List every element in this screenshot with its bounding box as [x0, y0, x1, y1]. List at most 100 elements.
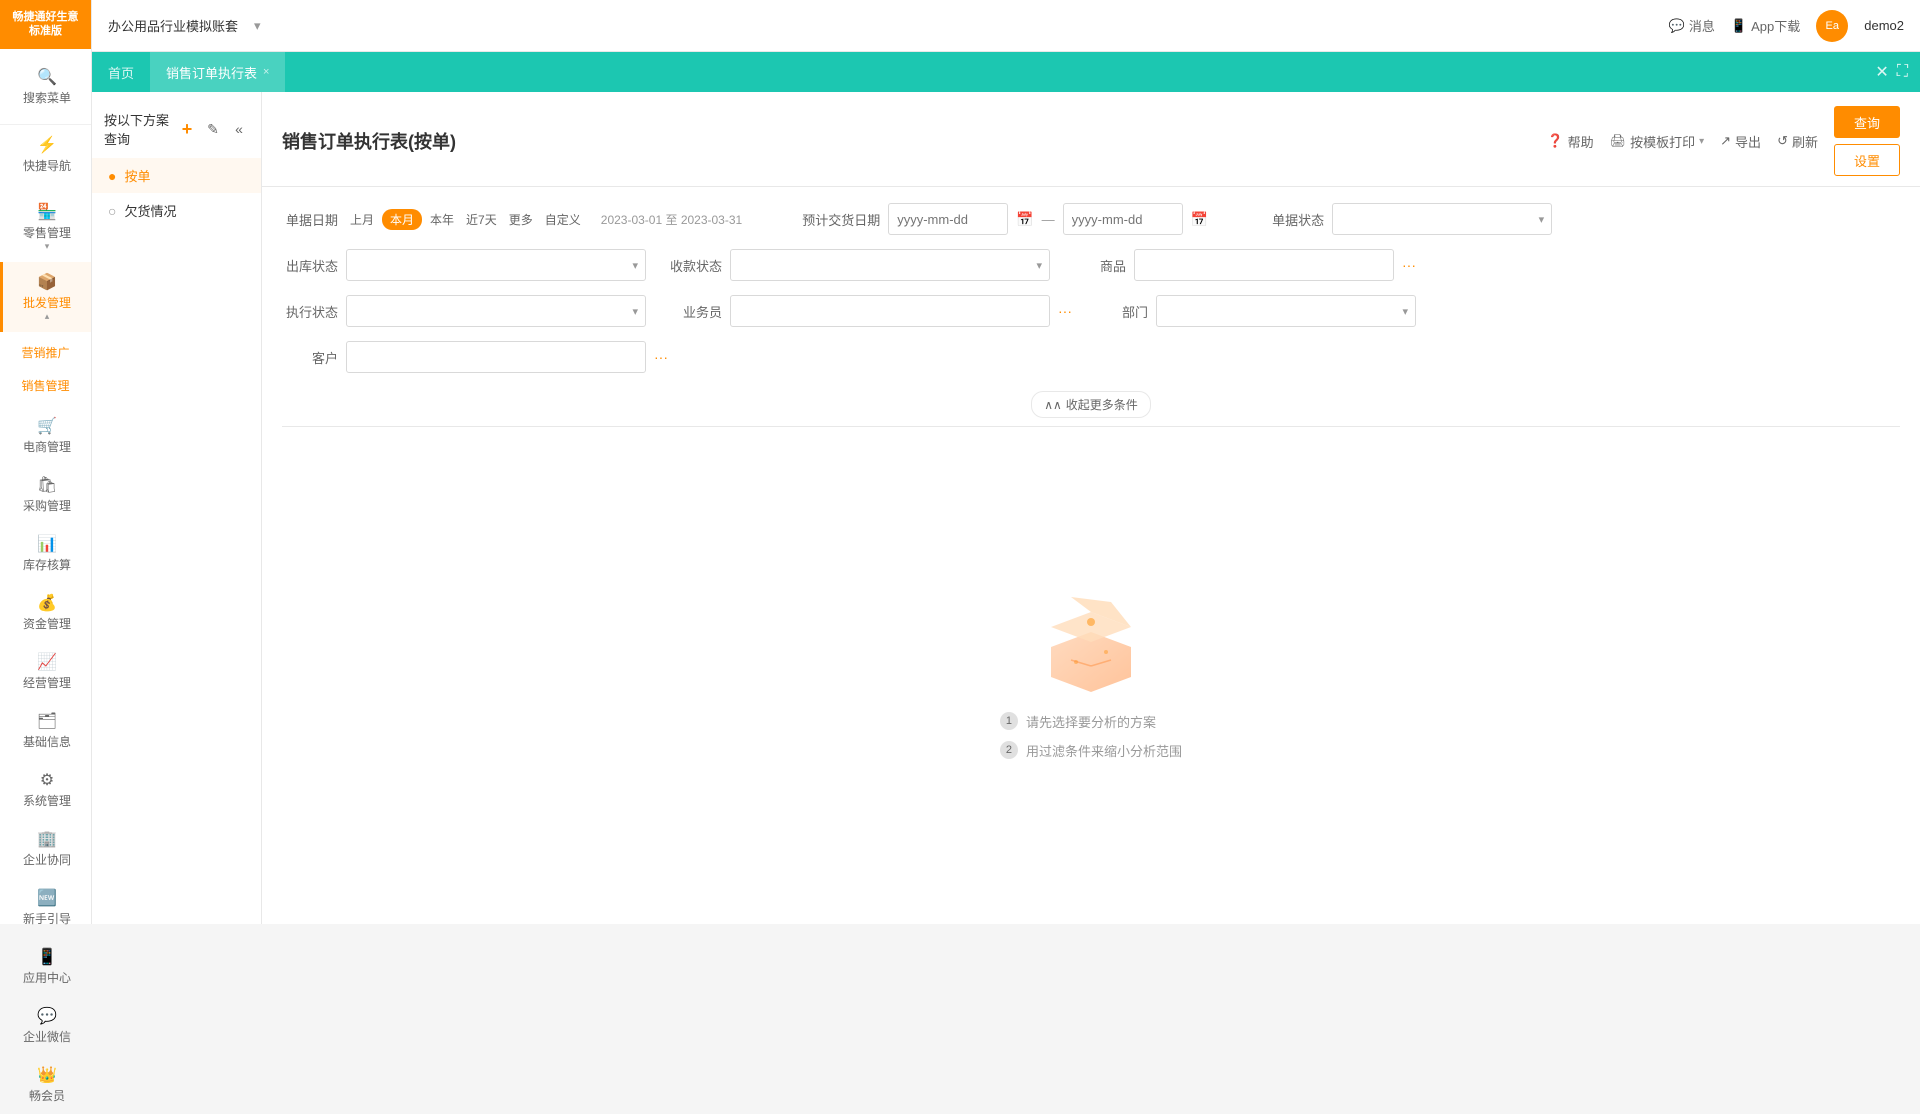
system-icon: ⚙ [40, 770, 54, 790]
scheme-item-press-order[interactable]: ● 按单 [92, 158, 261, 193]
empty-step-1: 1 请先选择要分析的方案 [1000, 712, 1182, 731]
customer-input[interactable] [346, 341, 646, 373]
retail-arrow: ▾ [45, 241, 50, 252]
tabbar-actions: ✕ ⛶ [1863, 62, 1920, 82]
goods-more-btn[interactable]: ··· [1402, 257, 1416, 273]
help-label: 帮助 [1568, 132, 1594, 151]
sidebar-enterprise-label: 企业协同 [23, 851, 71, 868]
sidebar-item-base[interactable]: 🗂 基础信息 [0, 701, 91, 760]
sidebar-item-wechat[interactable]: 💬 企业微信 [0, 996, 91, 1055]
print-arrow[interactable]: ▾ [1699, 136, 1704, 147]
message-icon: 💬 [1669, 18, 1685, 34]
dept-select[interactable] [1156, 295, 1416, 327]
goods-label: 商品 [1070, 256, 1126, 275]
tab-sales-exec[interactable]: 销售订单执行表 × [150, 52, 285, 92]
sidebar-item-vip[interactable]: 👑 畅会员 [0, 1055, 91, 1114]
sidebar-item-system[interactable]: ⚙ 系统管理 [0, 760, 91, 819]
date-shortcuts: 上月 本月 本年 近7天 更多 自定义 [346, 209, 585, 230]
exec-status-select[interactable] [346, 295, 646, 327]
topbar-right: 💬 消息 📱 App下载 Ea demo2 [1669, 10, 1904, 42]
sidebar-item-finance[interactable]: 💰 资金管理 [0, 583, 91, 642]
calendar-from-icon[interactable]: 📅 [1016, 211, 1033, 228]
collapse-bar: ∧∧ 收起更多条件 [282, 383, 1900, 427]
query-button[interactable]: 查询 [1834, 106, 1900, 138]
payment-label: 收款状态 [666, 256, 722, 275]
goods-input[interactable] [1134, 249, 1394, 281]
edit-scheme-btn[interactable]: ✎ [203, 119, 223, 139]
tab-sales-exec-close[interactable]: × [263, 66, 269, 78]
salesperson-more-btn[interactable]: ··· [1058, 303, 1072, 319]
tab-home-label: 首页 [108, 63, 134, 82]
date-shortcut-more[interactable]: 更多 [505, 209, 537, 230]
inventory-icon: 📊 [37, 534, 57, 554]
filter-goods-item: 商品 ··· [1070, 249, 1416, 281]
sidebar-item-enterprise[interactable]: 🏢 企业协同 [0, 819, 91, 878]
fullscreen-btn[interactable]: ⛶ [1897, 63, 1908, 81]
operations-icon: 📈 [37, 652, 57, 672]
collapse-panel-btn[interactable]: « [229, 119, 249, 139]
add-scheme-btn[interactable]: + [177, 119, 197, 139]
sidebar-item-ecommerce[interactable]: 🛒 电商管理 [0, 406, 91, 465]
expected-date-to[interactable] [1063, 203, 1183, 235]
sidebar-item-quick-nav[interactable]: ⚡ 快捷导航 [0, 125, 91, 184]
tab-home[interactable]: 首页 [92, 52, 150, 92]
refresh-btn[interactable]: ↺ 刷新 [1777, 132, 1818, 151]
breadcrumb-arrow[interactable]: ▾ [254, 18, 261, 34]
main-area: 办公用品行业模拟账套 ▾ 💬 消息 📱 App下载 Ea demo2 首页 销售… [92, 0, 1920, 924]
user-avatar[interactable]: Ea [1816, 10, 1848, 42]
setting-button[interactable]: 设置 [1834, 144, 1900, 176]
expected-date-from[interactable] [888, 203, 1008, 235]
outbound-select[interactable] [346, 249, 646, 281]
sidebar-subitem-marketing[interactable]: 营销推广 [0, 336, 91, 369]
collapse-btn[interactable]: ∧∧ 收起更多条件 [1031, 391, 1151, 418]
print-icon: 🖨 [1610, 133, 1627, 149]
user-name[interactable]: demo2 [1864, 18, 1904, 33]
marketing-label: 营销推广 [21, 344, 69, 361]
avatar-text: Ea [1826, 20, 1839, 32]
wholesale-arrow: ▴ [45, 311, 50, 322]
payment-select[interactable] [730, 249, 1050, 281]
sidebar-subitem-sales[interactable]: 销售管理 [0, 369, 91, 402]
apps-icon: 📱 [37, 947, 57, 967]
close-window-btn[interactable]: ✕ [1875, 62, 1888, 82]
filter-section: 单据日期 上月 本月 本年 近7天 更多 自定义 2023-03-01 至 20… [262, 187, 1920, 427]
finance-icon: 💰 [37, 593, 57, 613]
date-shortcut-this-year[interactable]: 本年 [426, 209, 458, 230]
export-btn[interactable]: ↗ 导出 [1720, 132, 1761, 151]
help-btn[interactable]: ❓ 帮助 [1547, 132, 1593, 151]
step-2-num: 2 [1000, 741, 1018, 759]
sidebar-item-operations[interactable]: 📈 经营管理 [0, 642, 91, 701]
sidebar-item-guide[interactable]: 🆕 新手引导 [0, 878, 91, 937]
date-shortcut-this-month[interactable]: 本月 [382, 209, 422, 230]
date-shortcut-last-month[interactable]: 上月 [346, 209, 378, 230]
empty-state-illustration [1031, 592, 1151, 712]
left-panel-header: 按以下方案查询 + ✎ « [92, 104, 261, 154]
debt-label: 欠货情况 [124, 201, 176, 220]
sidebar-item-wholesale[interactable]: 📦 批发管理 ▴ [0, 262, 91, 332]
left-panel: 按以下方案查询 + ✎ « ● 按单 ○ 欠货情况 [92, 92, 262, 924]
salesperson-label: 业务员 [666, 302, 722, 321]
filter-row-3: 执行状态 ▾ 业务员 ··· 部门 [282, 295, 1900, 327]
date-shortcut-7days[interactable]: 近7天 [462, 209, 501, 230]
sidebar: 畅捷通好生意 标准版 🔍 搜索菜单 ⚡ 快捷导航 🏪 零售管理 ▾ 📦 批发管理… [0, 0, 92, 924]
date-shortcut-custom[interactable]: 自定义 [541, 209, 585, 230]
sidebar-search-label: 搜索菜单 [23, 89, 71, 106]
sidebar-item-purchase[interactable]: 🛍 采购管理 [0, 465, 91, 524]
page-title: 销售订单执行表(按单) [282, 128, 456, 154]
template-print-btn[interactable]: 🖨 按模板打印 ▾ [1610, 132, 1705, 151]
message-btn[interactable]: 💬 消息 [1669, 16, 1715, 35]
customer-more-btn[interactable]: ··· [654, 349, 668, 365]
calendar-to-icon[interactable]: 📅 [1191, 211, 1208, 228]
sidebar-item-inventory[interactable]: 📊 库存核算 [0, 524, 91, 583]
tabbar: 首页 销售订单执行表 × ✕ ⛶ [92, 52, 1920, 92]
app-download-btn[interactable]: 📱 App下载 [1731, 16, 1800, 35]
step-2-text: 用过滤条件来缩小分析范围 [1026, 741, 1182, 760]
scheme-item-debt[interactable]: ○ 欠货情况 [92, 193, 261, 228]
salesperson-input[interactable] [730, 295, 1050, 327]
sidebar-retail-label: 零售管理 [23, 224, 71, 241]
order-status-select[interactable] [1332, 203, 1552, 235]
sidebar-item-retail[interactable]: 🏪 零售管理 ▾ [0, 192, 91, 262]
sidebar-item-apps[interactable]: 📱 应用中心 [0, 937, 91, 996]
sidebar-item-search[interactable]: 🔍 搜索菜单 [6, 57, 85, 116]
topbar: 办公用品行业模拟账套 ▾ 💬 消息 📱 App下载 Ea demo2 [92, 0, 1920, 52]
